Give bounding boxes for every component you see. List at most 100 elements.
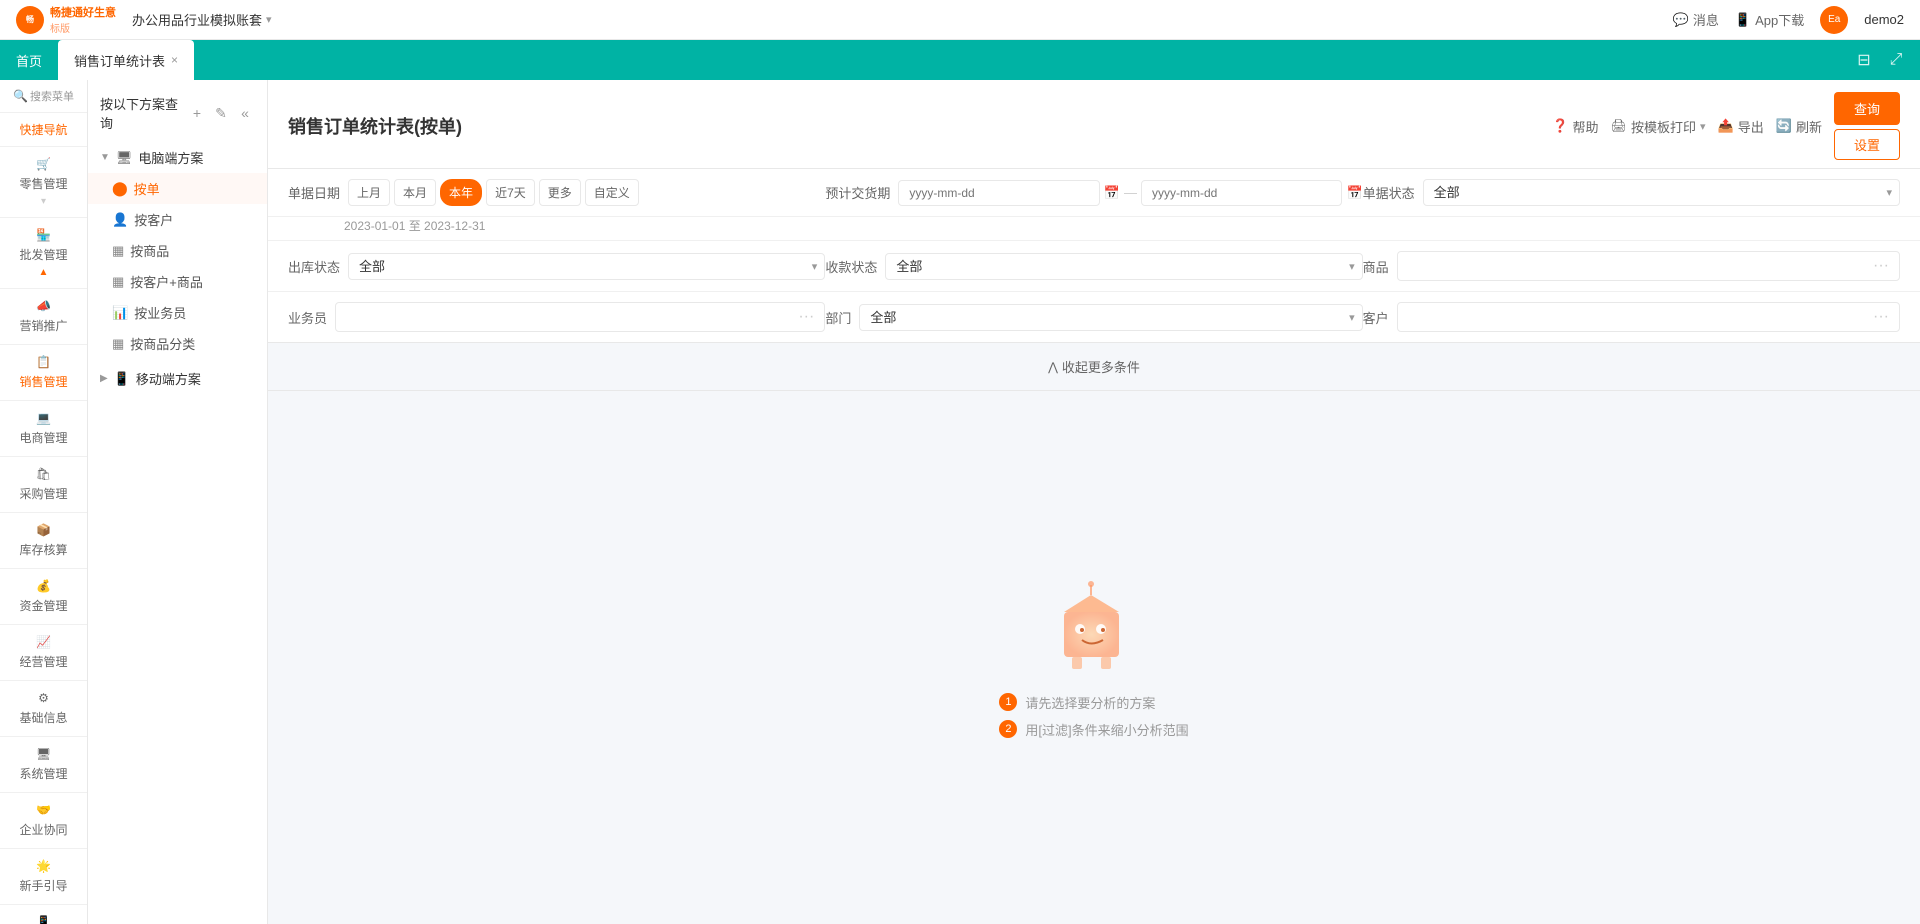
user-avatar[interactable]: Ea (1820, 6, 1848, 34)
date-btn-custom[interactable]: 自定义 (585, 179, 639, 206)
date-range-text: 2023-01-01 至 2023-12-31 (344, 217, 485, 234)
sidebar-quick-nav[interactable]: 快捷导航 (0, 113, 87, 147)
chevron-right-mobile-icon: ▶ (100, 373, 108, 384)
scheme-item-by-product[interactable]: ▦ 按商品 (88, 235, 267, 266)
by-order-icon: ⬤ (112, 180, 128, 197)
expected-date-to-input[interactable] (1141, 180, 1342, 206)
query-button[interactable]: 查询 (1834, 92, 1900, 125)
tab-minimize-button[interactable]: ⊟ (1852, 48, 1876, 72)
date-btn-more[interactable]: 更多 (539, 179, 581, 206)
sidebar-item-sales[interactable]: 📋 销售管理 (0, 345, 87, 401)
filter-date-label: 单据日期 (288, 183, 340, 202)
help-button[interactable]: ❓ 帮助 (1552, 117, 1598, 136)
sidebar-item-appstore[interactable]: 📱 应用中心 (0, 905, 87, 924)
app-download-button[interactable]: 📱 App下载 (1735, 10, 1804, 29)
enterprise-icon: 🤝 (36, 803, 51, 817)
app-selector-label: 办公用品行业模拟账套 (132, 10, 262, 29)
filter-product-input[interactable]: ··· (1397, 251, 1900, 281)
query-button-label: 查询 (1854, 99, 1880, 118)
date-btn-this-year[interactable]: 本年 (440, 179, 482, 206)
scheme-add-button[interactable]: + (187, 103, 207, 123)
edit-icon: ✎ (215, 105, 227, 122)
mobile-icon: 📱 (114, 371, 130, 387)
scheme-panel: 按以下方案查询 + ✎ « ▼ 🖥 电脑端方案 (88, 80, 268, 924)
filter-department-label: 部门 (825, 308, 851, 327)
scheme-group-pc-header[interactable]: ▼ 🖥 电脑端方案 (88, 142, 267, 173)
print-label: 按模板打印 (1631, 117, 1696, 136)
sidebar-item-retail[interactable]: 🛒 零售管理 ▾ (0, 147, 87, 218)
filter-delivery-select[interactable]: 全部 未出库 部分出库 已出库 (348, 253, 825, 280)
scheme-collapse-button[interactable]: « (235, 103, 255, 123)
sidebar-item-purchase[interactable]: 🛍 采购管理 (0, 457, 87, 513)
pc-icon: 🖥 (116, 150, 133, 166)
sidebar-item-system[interactable]: 🖥 系统管理 (0, 737, 87, 793)
main-layout: 🔍 搜索菜单 快捷导航 🛒 零售管理 ▾ 🏪 批发管理 ▲ 📣 营销推广 📋 销… (0, 80, 1920, 924)
date-btn-this-month[interactable]: 本月 (394, 179, 436, 206)
empty-tips: 1 请先选择要分析的方案 2 用[过滤]条件来缩小分析范围 (999, 693, 1188, 739)
filter-cell-product: 商品 ··· (1363, 251, 1900, 281)
scheme-item-by-category[interactable]: ▦ 按商品分类 (88, 328, 267, 359)
sidebar-quick-nav-label: 快捷导航 (19, 121, 67, 138)
calendar-to-icon: 📅 (1346, 185, 1362, 201)
filter-cell-delivery: 出库状态 全部 未出库 部分出库 已出库 (288, 251, 825, 281)
date-btn-7days[interactable]: 近7天 (486, 179, 535, 206)
sidebar-item-operation-label: 经营管理 (19, 653, 67, 670)
app-selector[interactable]: 办公用品行业模拟账套 ▾ (124, 6, 280, 33)
tip2-text: 用[过滤]条件来缩小分析范围 (1025, 720, 1188, 739)
by-salesman-icon: 📊 (112, 305, 128, 321)
chevron-down-scheme-icon: ▼ (100, 152, 110, 163)
message-button[interactable]: 💬 消息 (1673, 10, 1719, 29)
scheme-item-by-order[interactable]: ⬤ 按单 (88, 173, 267, 204)
logo-subtitle: 标版 (50, 20, 116, 35)
print-button[interactable]: 🖨 按模板打印 ▾ (1611, 117, 1706, 136)
sidebar-item-operation[interactable]: 📈 经营管理 (0, 625, 87, 681)
sidebar-search[interactable]: 🔍 搜索菜单 (0, 80, 87, 113)
filter-cell-status: 单据状态 全部 待审核 已审核 已关闭 (1363, 179, 1900, 206)
tab-sales-order[interactable]: 销售订单统计表 × (58, 40, 194, 80)
product-ellipsis: ··· (1873, 257, 1889, 275)
filter-department-select[interactable]: 全部 (859, 304, 1362, 331)
filter-payment-select[interactable]: 全部 未收款 部分收款 已收款 (885, 253, 1362, 280)
scheme-item-by-customer[interactable]: 👤 按客户 (88, 204, 267, 235)
purchase-icon: 🛍 (36, 467, 51, 481)
filter-customer-label: 客户 (1363, 308, 1389, 327)
sidebar-item-newbie[interactable]: 🌟 新手引导 (0, 849, 87, 905)
refresh-button[interactable]: 🔄 刷新 (1776, 117, 1822, 136)
filter-status-select[interactable]: 全部 待审核 已审核 已关闭 (1423, 179, 1900, 206)
expected-date-from-input[interactable] (898, 180, 1099, 206)
filter-product-label: 商品 (1363, 257, 1389, 276)
sidebar-item-ecommerce[interactable]: 💻 电商管理 (0, 401, 87, 457)
finance-icon: 💰 (36, 579, 51, 593)
sidebar-item-enterprise[interactable]: 🤝 企业协同 (0, 793, 87, 849)
sidebar-item-wholesale[interactable]: 🏪 批发管理 ▲ (0, 218, 87, 289)
filter-salesman-input[interactable]: ··· (335, 302, 825, 332)
print-arrow-icon: ▾ (1700, 120, 1706, 133)
basic-icon: ⚙ (38, 691, 49, 705)
logo-brand: 畅捷通好生意 标版 (50, 4, 116, 35)
tab-close-icon[interactable]: × (171, 53, 178, 67)
sidebar: 🔍 搜索菜单 快捷导航 🛒 零售管理 ▾ 🏪 批发管理 ▲ 📣 营销推广 📋 销… (0, 80, 88, 924)
scheme-edit-button[interactable]: ✎ (211, 103, 231, 123)
tab-maximize-button[interactable]: ⤢ (1884, 48, 1908, 72)
sidebar-item-marketing[interactable]: 📣 营销推广 (0, 289, 87, 345)
app-download-label: App下载 (1755, 10, 1804, 29)
export-button[interactable]: 📤 导出 (1718, 117, 1764, 136)
date-btn-last-month[interactable]: 上月 (348, 179, 390, 206)
scheme-group-mobile-header[interactable]: ▶ 📱 移动端方案 (88, 363, 267, 394)
retail-icon: 🛒 (36, 157, 51, 171)
collapse-button[interactable]: ⋀ 收起更多条件 (1028, 351, 1160, 382)
setting-button[interactable]: 设置 (1834, 129, 1900, 160)
filter-salesman-label: 业务员 (288, 308, 327, 327)
tab-home[interactable]: 首页 (0, 40, 58, 80)
query-area: 查询 设置 (1834, 92, 1900, 160)
export-label: 导出 (1738, 117, 1764, 136)
sidebar-item-finance[interactable]: 💰 资金管理 (0, 569, 87, 625)
wholesale-arrow-icon: ▲ (39, 267, 49, 278)
scheme-item-by-salesman[interactable]: 📊 按业务员 (88, 297, 267, 328)
sidebar-item-inventory[interactable]: 📦 库存核算 (0, 513, 87, 569)
scheme-item-by-customer-product[interactable]: ▦ 按客户+商品 (88, 266, 267, 297)
sidebar-item-basic[interactable]: ⚙ 基础信息 (0, 681, 87, 737)
filter-customer-input[interactable]: ··· (1397, 302, 1900, 332)
filter-payment-label: 收款状态 (825, 257, 877, 276)
collapse-icon: « (241, 105, 249, 121)
